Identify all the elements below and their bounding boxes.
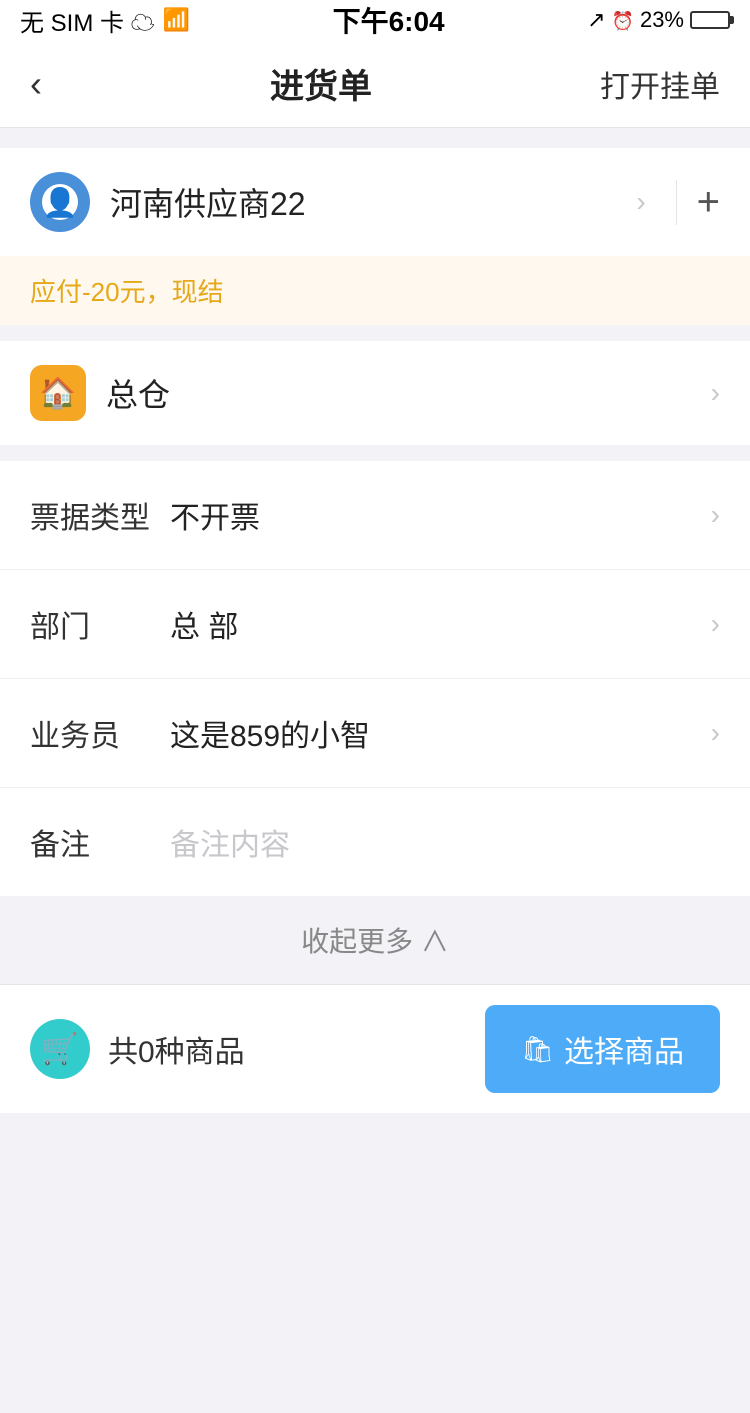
warehouse-icon: 🏠	[30, 365, 86, 421]
select-product-button[interactable]: 🛍 选择商品	[485, 1005, 720, 1093]
department-chevron-icon: ›	[711, 608, 720, 640]
wifi-icon	[163, 6, 190, 34]
salesman-value: 这是859的小智	[170, 711, 711, 755]
warehouse-name: 总仓	[106, 370, 711, 416]
salesman-row[interactable]: 业务员 这是859的小智 ›	[0, 679, 750, 788]
battery-icon	[690, 11, 730, 29]
salesman-label: 业务员	[30, 711, 170, 755]
location-icon	[587, 7, 605, 33]
department-value: 总 部	[170, 602, 711, 646]
alarm-icon	[612, 7, 634, 33]
add-supplier-button[interactable]: +	[676, 180, 720, 225]
status-right: 23%	[587, 7, 730, 33]
status-time: 下午6:04	[333, 0, 445, 40]
remark-row[interactable]: 备注 备注内容	[0, 788, 750, 896]
sim-label: 无 SIM 卡 ☁	[20, 3, 155, 38]
battery-pct: 23%	[640, 7, 684, 33]
select-product-icon: 🛍	[521, 1034, 554, 1065]
avatar-icon	[42, 184, 78, 220]
remark-input[interactable]: 备注内容	[170, 820, 720, 864]
warehouse-chevron-icon: ›	[711, 377, 720, 409]
status-bar: 无 SIM 卡 ☁ 下午6:04 23%	[0, 0, 750, 40]
gray-fill-area	[0, 1113, 750, 1413]
invoice-label: 票据类型	[30, 493, 170, 537]
collapse-button[interactable]: 收起更多 ∧	[0, 896, 750, 984]
warehouse-row[interactable]: 🏠 总仓 ›	[0, 341, 750, 445]
department-row[interactable]: 部门 总 部 ›	[0, 570, 750, 679]
page-title: 进货单	[270, 59, 372, 108]
supplier-avatar	[30, 172, 90, 232]
status-left: 无 SIM 卡 ☁	[20, 3, 190, 38]
nav-bar: ‹ 进货单 打开挂单	[0, 40, 750, 128]
supplier-name: 河南供应商22	[110, 179, 636, 225]
invoice-value: 不开票	[170, 493, 711, 537]
invoice-chevron-icon: ›	[711, 499, 720, 531]
supplier-card: 河南供应商22 › + 应付-20元，现结	[0, 148, 750, 325]
form-section: 票据类型 不开票 › 部门 总 部 › 业务员 这是859的小智 › 备注 备注…	[0, 461, 750, 896]
notice-banner: 应付-20元，现结	[0, 256, 750, 325]
supplier-row[interactable]: 河南供应商22 › +	[0, 148, 750, 256]
supplier-chevron-icon: ›	[636, 186, 645, 218]
select-product-label: 选择商品	[564, 1027, 684, 1071]
product-icon: 🛒	[30, 1019, 90, 1079]
back-button[interactable]: ‹	[30, 63, 42, 105]
product-count-label: 共0种商品	[108, 1027, 485, 1071]
department-label: 部门	[30, 602, 170, 646]
section-sep-2	[0, 325, 750, 341]
open-pending-button[interactable]: 打开挂单	[600, 62, 720, 106]
bottom-bar: 🛒 共0种商品 🛍 选择商品	[0, 984, 750, 1113]
remark-label: 备注	[30, 820, 170, 864]
salesman-chevron-icon: ›	[711, 717, 720, 749]
section-sep-1	[0, 128, 750, 148]
invoice-row[interactable]: 票据类型 不开票 ›	[0, 461, 750, 570]
